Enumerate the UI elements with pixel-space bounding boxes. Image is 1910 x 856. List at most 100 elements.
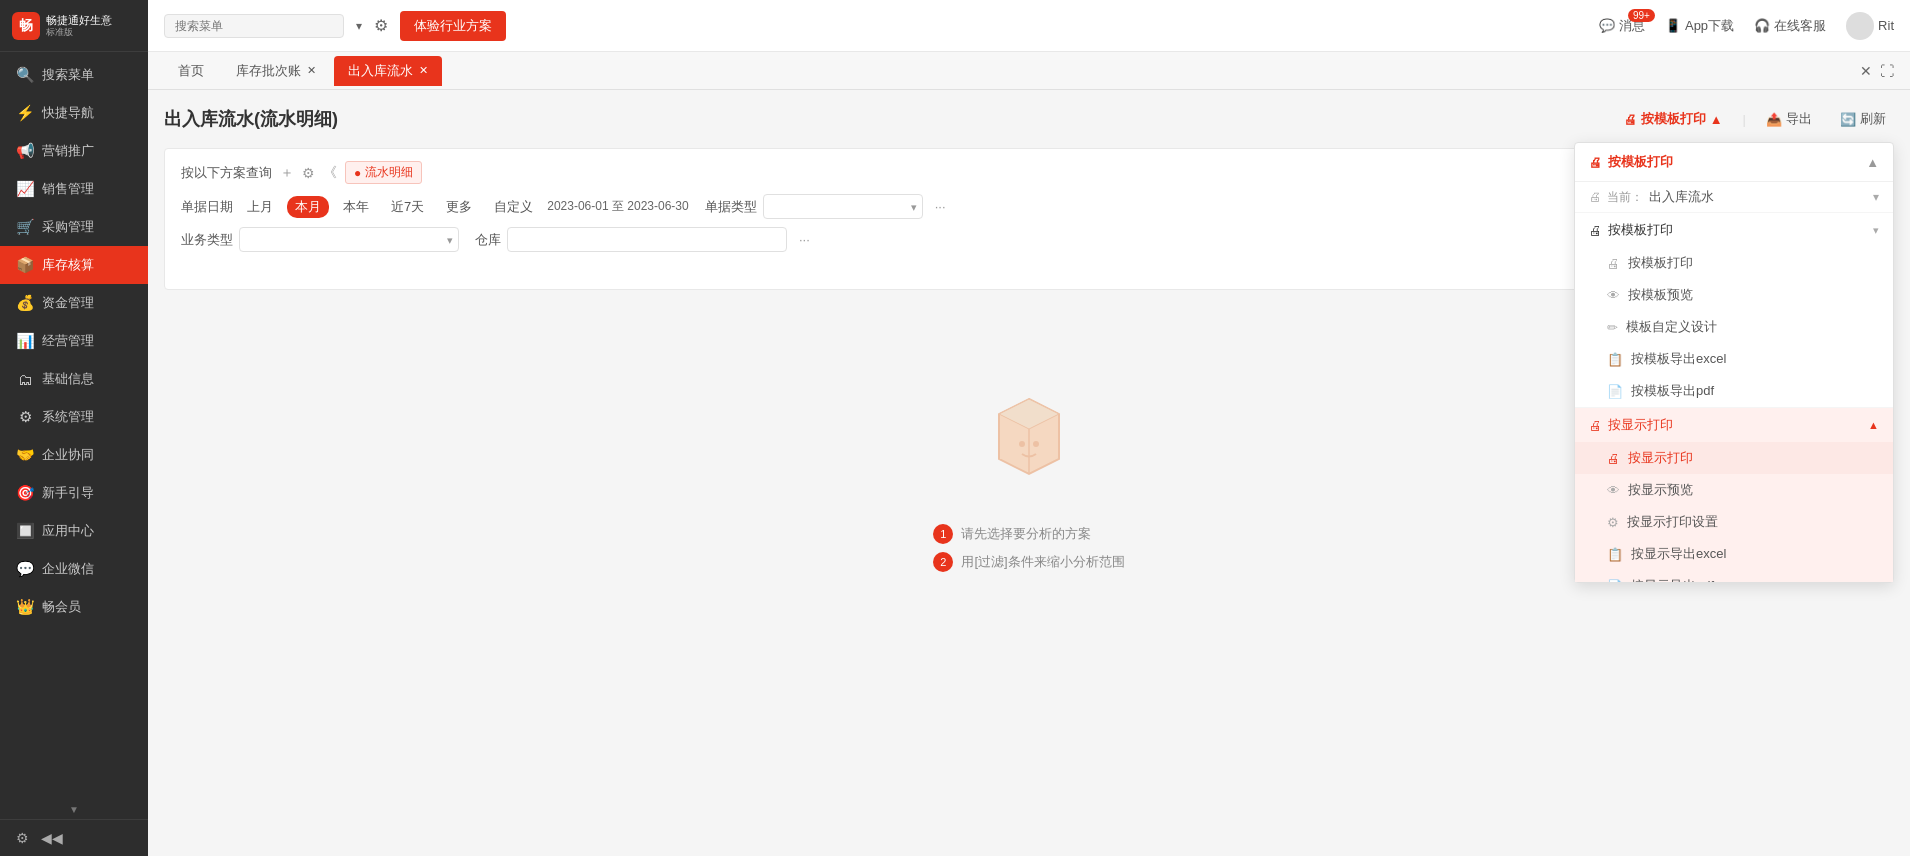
sidebar-item-vip[interactable]: 👑 畅会员	[0, 588, 148, 626]
refresh-button[interactable]: 🔄 刷新	[1832, 106, 1894, 132]
sidebar-item-marketing[interactable]: 📢 营销推广	[0, 132, 148, 170]
current-value: 出入库流水	[1649, 188, 1714, 206]
dropdown-collapse-arrow[interactable]: ▲	[1866, 155, 1879, 170]
window-close-btn[interactable]: ✕	[1860, 63, 1872, 79]
main-content: ▾ ⚙ 体验行业方案 💬 消息 99+ 📱 App下载 🎧 在线客服 Rit	[148, 0, 1910, 856]
sidebar-item-system[interactable]: ⚙ 系统管理	[0, 398, 148, 436]
doctype-field-label: 单据类型	[705, 198, 757, 216]
marketing-icon: 📢	[16, 142, 34, 160]
purchase-icon: 🛒	[16, 218, 34, 236]
dropdown-title: 🖨 按模板打印	[1589, 153, 1673, 171]
doctype-more-btn[interactable]: ···	[929, 197, 952, 216]
sidebar: 畅 畅捷通好生意 标准版 🔍 搜索菜单 ⚡ 快捷导航 📢 营销推广 📈 销售管理…	[0, 0, 148, 856]
filter-add-button[interactable]: ＋	[280, 164, 294, 182]
empty-icon	[979, 389, 1079, 508]
date-opt-thismonth[interactable]: 本月	[287, 196, 329, 218]
sidebar-bottom: ⚙ ◀◀	[0, 819, 148, 856]
sidebar-item-sales[interactable]: 📈 销售管理	[0, 170, 148, 208]
display-export-excel-item[interactable]: 📋 按显示导出excel	[1575, 538, 1893, 570]
settings-bottom-icon[interactable]: ⚙	[16, 830, 29, 846]
sidebar-item-operations[interactable]: 📊 经营管理	[0, 322, 148, 360]
topbar-dropdown-btn[interactable]: ▾	[356, 19, 362, 33]
warehouse-input[interactable]	[507, 227, 787, 252]
doctype-select[interactable]	[763, 194, 923, 219]
template-custom-item[interactable]: ✏ 模板自定义设计	[1575, 311, 1893, 343]
warehouse-more-btn[interactable]: ···	[793, 230, 816, 249]
sidebar-item-guide[interactable]: 🎯 新手引导	[0, 474, 148, 512]
display-print-settings-item[interactable]: ⚙ 按显示打印设置	[1575, 506, 1893, 538]
date-opt-lastmonth[interactable]: 上月	[239, 196, 281, 218]
display-export-pdf-item[interactable]: 📄 按显示导出pdf	[1575, 570, 1893, 582]
sidebar-item-apps[interactable]: 🔲 应用中心	[0, 512, 148, 550]
user-menu-button[interactable]: Rit	[1846, 12, 1894, 40]
display-print-section-header[interactable]: 🖨 按显示打印 ▲	[1575, 408, 1893, 442]
date-opt-more[interactable]: 更多	[438, 196, 480, 218]
sidebar-item-inventory[interactable]: 📦 库存核算	[0, 246, 148, 284]
doctype-select-wrapper	[763, 194, 923, 219]
tabs-bar: 首页 库存批次账 ✕ 出入库流水 ✕ ✕ ⛶	[148, 52, 1910, 90]
filter-settings-icon[interactable]: ⚙	[302, 165, 315, 181]
sidebar-item-wechat[interactable]: 💬 企业微信	[0, 550, 148, 588]
current-expand-arrow[interactable]: ▾	[1873, 190, 1879, 204]
service-icon: 🎧	[1754, 18, 1770, 33]
filter-date-item: 单据日期 上月 本月 本年 近7天 更多 自定义 2023-06-01 至 20…	[181, 196, 689, 218]
export-button[interactable]: 📤 导出	[1758, 106, 1820, 132]
filter-warehouse-item: 仓库 ···	[475, 227, 816, 252]
template-export-excel-icon: 📋	[1607, 352, 1623, 367]
message-button[interactable]: 💬 消息 99+	[1599, 17, 1645, 35]
current-indicator: 🖨 当前： 出入库流水 ▾	[1575, 182, 1893, 213]
biztype-select-wrapper	[239, 227, 459, 252]
sidebar-item-shortcut[interactable]: ⚡ 快捷导航	[0, 94, 148, 132]
print-template-button[interactable]: 🖨 按模板打印 ▲	[1616, 106, 1731, 132]
template-export-pdf-icon: 📄	[1607, 384, 1623, 399]
template-print-item[interactable]: 🖨 按模板打印	[1575, 247, 1893, 279]
display-preview-icon: 👁	[1607, 483, 1620, 498]
svg-point-5	[1019, 441, 1025, 447]
template-print-section: 🖨 按模板打印 ▾ 🖨 按模板打印 👁 按模板预览 ✏	[1575, 213, 1893, 407]
service-button[interactable]: 🎧 在线客服	[1754, 17, 1826, 35]
tab-batch[interactable]: 库存批次账 ✕	[222, 56, 330, 86]
display-print-item[interactable]: 🖨 按显示打印	[1575, 442, 1893, 474]
display-preview-item[interactable]: 👁 按显示预览	[1575, 474, 1893, 506]
sidebar-item-finance[interactable]: 💰 资金管理	[0, 284, 148, 322]
collapse-sidebar-icon[interactable]: ◀◀	[41, 830, 63, 846]
app-download-button[interactable]: 📱 App下载	[1665, 17, 1734, 35]
display-export-pdf-icon: 📄	[1607, 579, 1623, 583]
scroll-down-arrow[interactable]: ▼	[0, 800, 148, 819]
system-icon: ⚙	[16, 408, 34, 426]
tab-batch-close[interactable]: ✕	[307, 64, 316, 77]
vip-icon: 👑	[16, 598, 34, 616]
logo-icon: 畅	[12, 12, 40, 40]
tab-home[interactable]: 首页	[164, 56, 218, 86]
filter-label: 按以下方案查询	[181, 164, 272, 182]
sidebar-nav: 🔍 搜索菜单 ⚡ 快捷导航 📢 营销推广 📈 销售管理 🛒 采购管理 📦 库存核…	[0, 52, 148, 800]
date-opt-custom[interactable]: 自定义	[486, 196, 541, 218]
sidebar-item-search[interactable]: 🔍 搜索菜单	[0, 56, 148, 94]
biztype-select[interactable]	[239, 227, 459, 252]
date-opt-thisyear[interactable]: 本年	[335, 196, 377, 218]
tab-flow-close[interactable]: ✕	[419, 64, 428, 77]
biztype-field-label: 业务类型	[181, 231, 233, 249]
empty-step-1: 1 请先选择要分析的方案	[933, 524, 1124, 544]
shortcut-icon: ⚡	[16, 104, 34, 122]
template-print-section-header[interactable]: 🖨 按模板打印 ▾	[1575, 213, 1893, 247]
warehouse-field-label: 仓库	[475, 231, 501, 249]
tab-flow[interactable]: 出入库流水 ✕	[334, 56, 442, 86]
template-preview-item[interactable]: 👁 按模板预览	[1575, 279, 1893, 311]
logo-text: 畅捷通好生意 标准版	[46, 13, 112, 39]
app-download-icon: 📱	[1665, 18, 1681, 33]
template-export-pdf-item[interactable]: 📄 按模板导出pdf	[1575, 375, 1893, 407]
display-print-title: 🖨 按显示打印	[1589, 416, 1673, 434]
topbar-search-input[interactable]	[164, 14, 344, 38]
topbar-gear-icon[interactable]: ⚙	[374, 16, 388, 35]
trial-button[interactable]: 体验行业方案	[400, 11, 506, 41]
template-section-arrow: ▾	[1873, 224, 1879, 237]
template-export-excel-item[interactable]: 📋 按模板导出excel	[1575, 343, 1893, 375]
filter-collapse-icon[interactable]: 《	[323, 164, 337, 182]
sidebar-item-purchase[interactable]: 🛒 采购管理	[0, 208, 148, 246]
sidebar-item-coop[interactable]: 🤝 企业协同	[0, 436, 148, 474]
date-opt-7days[interactable]: 近7天	[383, 196, 432, 218]
window-expand-btn[interactable]: ⛶	[1880, 63, 1894, 79]
topbar-right: 💬 消息 99+ 📱 App下载 🎧 在线客服 Rit	[1599, 12, 1894, 40]
sidebar-item-basic[interactable]: 🗂 基础信息	[0, 360, 148, 398]
